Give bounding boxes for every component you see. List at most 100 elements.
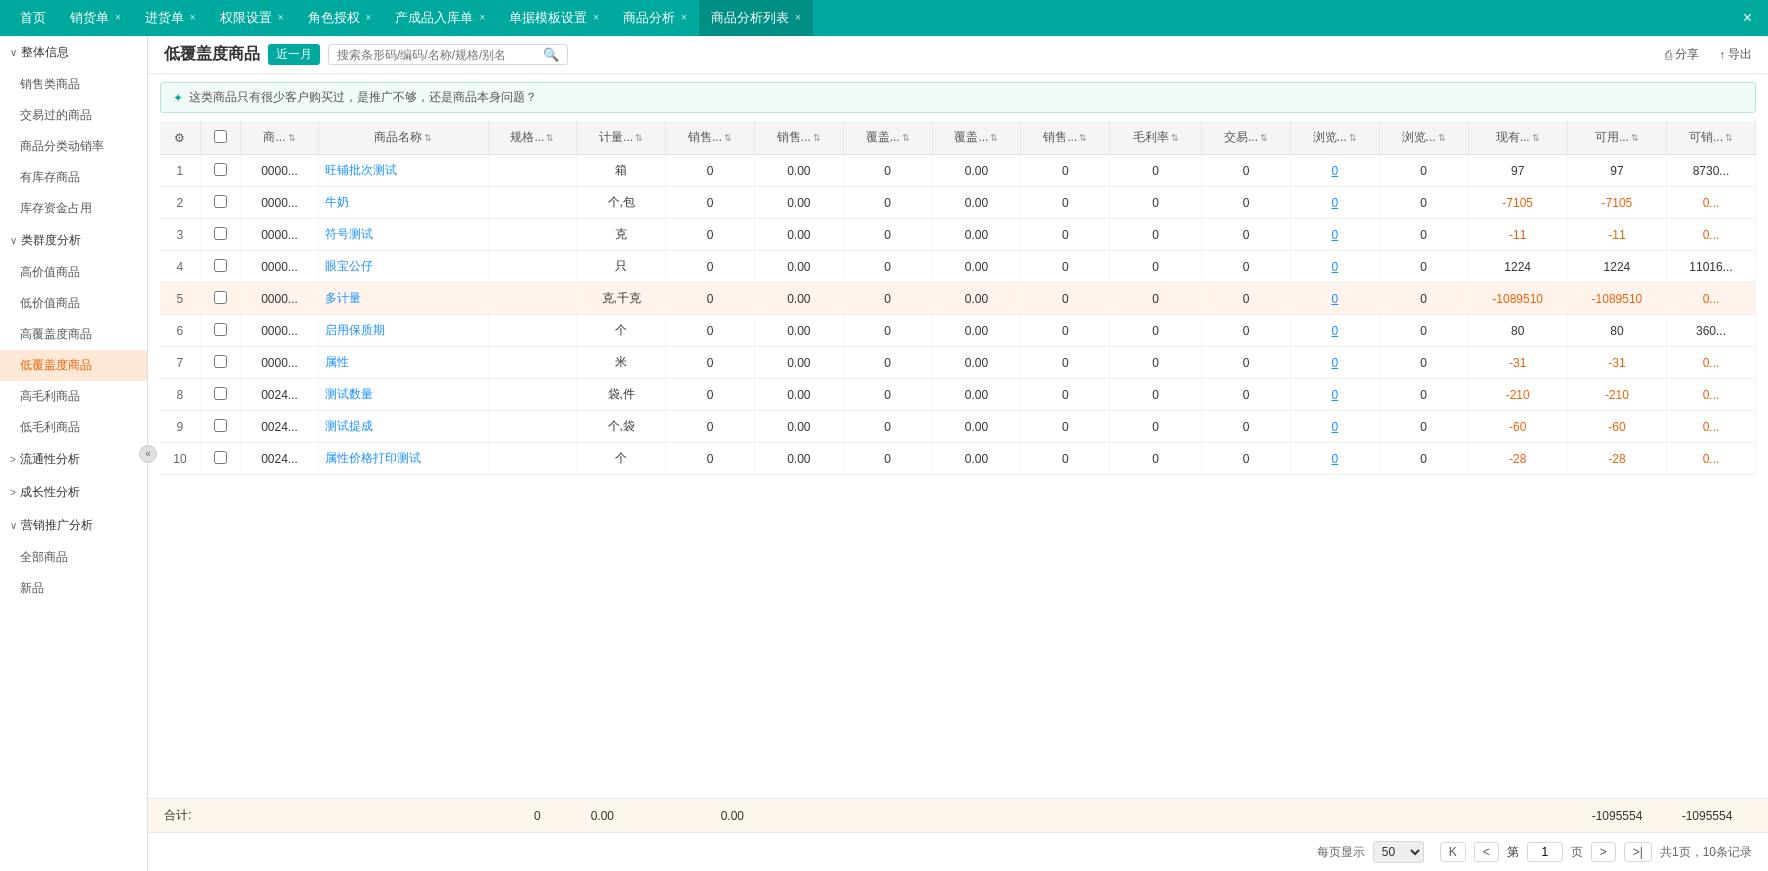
nav-close-role-auth[interactable]: ×: [366, 0, 372, 36]
th-sales-count[interactable]: 销售...⇅: [666, 121, 755, 155]
sidebar-item-all-goods[interactable]: 全部商品: [0, 542, 147, 573]
nav-home[interactable]: 首页: [8, 0, 58, 36]
th-gross-margin[interactable]: 毛利率⇅: [1110, 121, 1202, 155]
select-all-checkbox[interactable]: [214, 130, 227, 143]
row-views1[interactable]: 0: [1290, 379, 1379, 411]
sidebar-item-high-margin[interactable]: 高毛利商品: [0, 381, 147, 412]
row-name[interactable]: 多计量: [318, 283, 488, 315]
nav-close-template-settings[interactable]: ×: [593, 0, 599, 36]
row-checkbox[interactable]: [200, 379, 241, 411]
th-available-stock[interactable]: 可用...⇅: [1567, 121, 1666, 155]
table-footer: 合计: 0 0.00 0.00 -1095554 -1095554: [148, 798, 1768, 832]
th-current-stock[interactable]: 现有...⇅: [1468, 121, 1567, 155]
next-page-button[interactable]: >: [1591, 842, 1616, 862]
row-trade: 0: [1202, 347, 1291, 379]
nav-product-entry[interactable]: 产成品入库单 ×: [383, 0, 497, 36]
sidebar-section-growth[interactable]: > 成长性分析: [0, 476, 147, 509]
row-name[interactable]: 属性: [318, 347, 488, 379]
row-checkbox[interactable]: [200, 347, 241, 379]
row-checkbox[interactable]: [200, 219, 241, 251]
nav-template-settings[interactable]: 单据模板设置 ×: [497, 0, 611, 36]
search-icon[interactable]: 🔍: [543, 47, 559, 62]
row-name[interactable]: 测试数量: [318, 379, 488, 411]
current-page-input[interactable]: [1527, 842, 1563, 862]
row-checkbox[interactable]: [200, 443, 241, 475]
th-sales3[interactable]: 销售...⇅: [1021, 121, 1110, 155]
row-checkbox[interactable]: [200, 187, 241, 219]
row-views1[interactable]: 0: [1290, 187, 1379, 219]
th-views1[interactable]: 浏览...⇅: [1290, 121, 1379, 155]
row-checkbox[interactable]: [200, 155, 241, 187]
sidebar-item-stock-capital[interactable]: 库存资金占用: [0, 193, 147, 224]
th-coverage2[interactable]: 覆盖...⇅: [932, 121, 1021, 155]
th-name[interactable]: 商品名称⇅: [318, 121, 488, 155]
search-input[interactable]: [337, 48, 539, 62]
nav-role-auth[interactable]: 角色授权 ×: [296, 0, 384, 36]
sidebar-item-sales-goods[interactable]: 销售类商品: [0, 69, 147, 100]
prev-page-button[interactable]: <: [1474, 842, 1499, 862]
sidebar-item-new-goods[interactable]: 新品: [0, 573, 147, 604]
row-views1[interactable]: 0: [1290, 411, 1379, 443]
close-all-tabs[interactable]: ×: [1735, 9, 1760, 27]
sidebar-item-traded-goods[interactable]: 交易过的商品: [0, 100, 147, 131]
last-page-button[interactable]: >|: [1624, 842, 1652, 862]
sidebar: ∨ 整体信息 销售类商品 交易过的商品 商品分类动销率 有库存商品 库存资金占用: [0, 36, 148, 871]
nav-product-analysis[interactable]: 商品分析 ×: [611, 0, 699, 36]
sidebar-collapse-button[interactable]: «: [139, 445, 157, 463]
nav-sales-order[interactable]: 销货单 ×: [58, 0, 133, 36]
row-checkbox[interactable]: [200, 251, 241, 283]
share-button[interactable]: ⎙ 分享: [1665, 46, 1699, 63]
th-sales-amount[interactable]: 销售...⇅: [754, 121, 843, 155]
nav-close-permission-settings[interactable]: ×: [278, 0, 284, 36]
th-coverage1[interactable]: 覆盖...⇅: [843, 121, 932, 155]
sidebar-item-in-stock[interactable]: 有库存商品: [0, 162, 147, 193]
nav-product-analysis-list[interactable]: 商品分析列表 ×: [699, 0, 813, 36]
first-page-button[interactable]: K: [1440, 842, 1466, 862]
row-views1[interactable]: 0: [1290, 155, 1379, 187]
sidebar-item-low-coverage[interactable]: 低覆盖度商品: [0, 350, 147, 381]
sidebar-section-overall[interactable]: ∨ 整体信息: [0, 36, 147, 69]
row-views1[interactable]: 0: [1290, 315, 1379, 347]
nav-close-product-analysis[interactable]: ×: [681, 0, 687, 36]
row-views1[interactable]: 0: [1290, 443, 1379, 475]
nav-close-product-analysis-list[interactable]: ×: [795, 0, 801, 36]
th-sellable[interactable]: 可销...⇅: [1667, 121, 1756, 155]
sidebar-item-category-rate[interactable]: 商品分类动销率: [0, 131, 147, 162]
th-views2[interactable]: 浏览...⇅: [1379, 121, 1468, 155]
th-unit[interactable]: 计量...⇅: [577, 121, 666, 155]
row-checkbox[interactable]: [200, 283, 241, 315]
sidebar-item-low-margin[interactable]: 低毛利商品: [0, 412, 147, 443]
row-views1[interactable]: 0: [1290, 251, 1379, 283]
th-code[interactable]: 商...⇅: [241, 121, 318, 155]
row-name[interactable]: 测试提成: [318, 411, 488, 443]
sidebar-item-low-value[interactable]: 低价值商品: [0, 288, 147, 319]
sidebar-section-marketing[interactable]: ∨ 营销推广分析: [0, 509, 147, 542]
th-settings[interactable]: ⚙: [160, 121, 200, 155]
nav-close-sales-order[interactable]: ×: [115, 0, 121, 36]
row-checkbox[interactable]: [200, 411, 241, 443]
row-name[interactable]: 旺铺批次测试: [318, 155, 488, 187]
sidebar-item-high-value[interactable]: 高价值商品: [0, 257, 147, 288]
row-name[interactable]: 眼宝公仔: [318, 251, 488, 283]
row-views1[interactable]: 0: [1290, 219, 1379, 251]
row-name[interactable]: 符号测试: [318, 219, 488, 251]
per-page-select[interactable]: 50 20 100 200: [1373, 841, 1424, 863]
sidebar-section-circulation[interactable]: > 流通性分析: [0, 443, 147, 476]
nav-purchase-order[interactable]: 进货单 ×: [133, 0, 208, 36]
row-name[interactable]: 牛奶: [318, 187, 488, 219]
settings-icon[interactable]: ⚙: [174, 131, 185, 145]
export-button[interactable]: ↑ 导出: [1719, 46, 1752, 63]
row-checkbox[interactable]: [200, 315, 241, 347]
row-name[interactable]: 属性价格打印测试: [318, 443, 488, 475]
sidebar-section-cluster[interactable]: ∨ 类群度分析: [0, 224, 147, 257]
date-filter-button[interactable]: 近一月: [268, 44, 320, 65]
row-name[interactable]: 启用保质期: [318, 315, 488, 347]
nav-close-purchase-order[interactable]: ×: [190, 0, 196, 36]
th-trade[interactable]: 交易...⇅: [1202, 121, 1291, 155]
sidebar-item-high-coverage[interactable]: 高覆盖度商品: [0, 319, 147, 350]
nav-permission-settings[interactable]: 权限设置 ×: [208, 0, 296, 36]
row-views1[interactable]: 0: [1290, 347, 1379, 379]
th-spec[interactable]: 规格...⇅: [488, 121, 577, 155]
row-views1[interactable]: 0: [1290, 283, 1379, 315]
nav-close-product-entry[interactable]: ×: [479, 0, 485, 36]
